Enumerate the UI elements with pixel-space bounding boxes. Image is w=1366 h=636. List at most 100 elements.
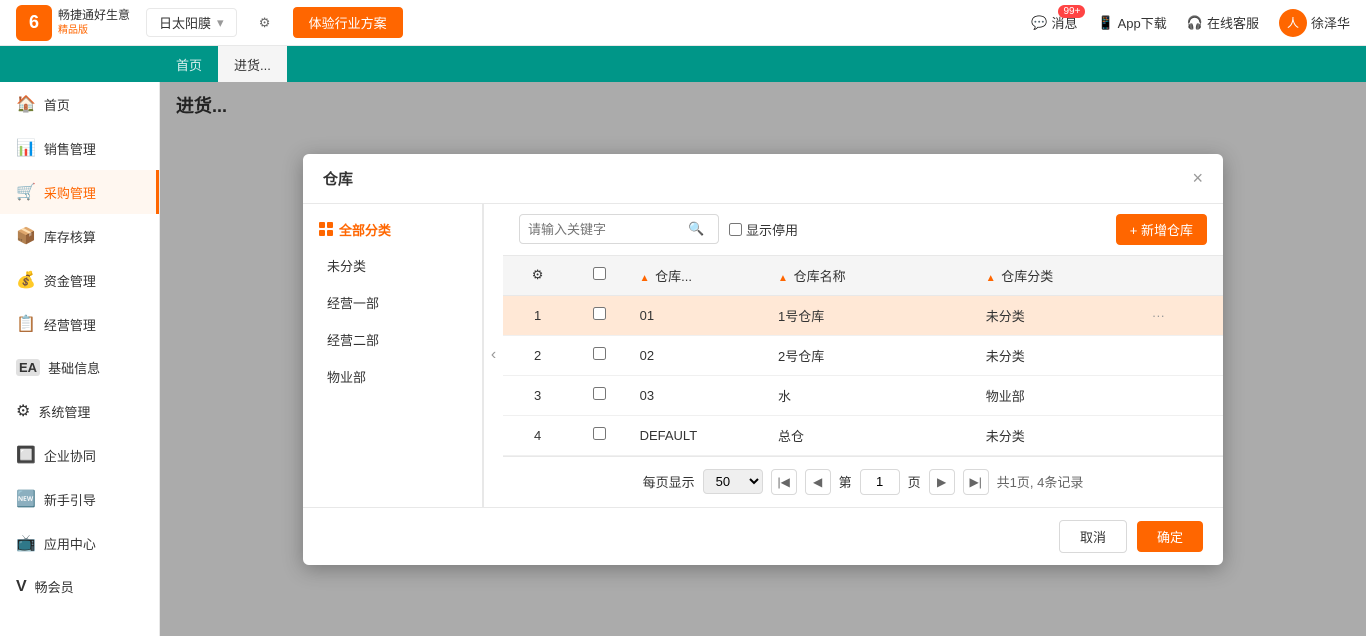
cell-code: DEFAULT	[628, 415, 766, 455]
category-item-unclassified[interactable]: 未分类	[303, 247, 482, 284]
page-number-input[interactable]	[860, 469, 900, 495]
cell-checkbox[interactable]	[572, 375, 627, 415]
th-checkbox	[572, 256, 627, 296]
sidebar-item-operations[interactable]: 📋 经营管理	[0, 302, 159, 346]
header-right: 💬 消息 99+ 📱 App下载 🎧 在线客服 人 徐泽华	[1031, 9, 1350, 37]
table-area: ⚙ ▲ 仓库...	[503, 256, 1223, 456]
th-code-label: 仓库...	[655, 269, 692, 284]
cell-category: 未分类	[974, 295, 1140, 335]
message-badge: 99+	[1058, 5, 1085, 18]
th-category-label: 仓库分类	[1001, 269, 1053, 284]
cancel-button[interactable]: 取消	[1059, 520, 1127, 553]
next-page-button[interactable]: ▶	[929, 469, 955, 495]
logo-area: 6 畅捷通好生意 精品版	[16, 5, 130, 41]
cell-checkbox[interactable]	[572, 415, 627, 455]
app-download-button[interactable]: 📱 App下载	[1097, 13, 1166, 32]
pagination: 每页显示 50 100 |◀ ◀ 第 页 ▶	[503, 456, 1223, 507]
store-selector[interactable]: 日太阳膜 ▾	[146, 8, 237, 37]
show-disabled-checkbox[interactable]	[729, 223, 742, 236]
table-row[interactable]: 2 02 2号仓库 未分类	[503, 335, 1223, 375]
th-category: ▲ 仓库分类	[974, 256, 1140, 296]
sidebar-item-purchase[interactable]: 🛒 采购管理	[0, 170, 159, 214]
cell-category: 未分类	[974, 335, 1140, 375]
sidebar-item-enterprise[interactable]: 🔲 企业协同	[0, 433, 159, 477]
brand-name: 畅捷通好生意	[58, 8, 130, 24]
tab-home[interactable]: 首页	[160, 46, 218, 82]
row-checkbox-0[interactable]	[593, 307, 606, 320]
top-header: 6 畅捷通好生意 精品版 日太阳膜 ▾ ⚙ 体验行业方案 💬 消息 99+ 📱 …	[0, 0, 1366, 46]
show-disabled-checkbox-label[interactable]: 显示停用	[729, 220, 798, 239]
finance-icon: 💰	[16, 270, 36, 290]
th-name: ▲ 仓库名称	[766, 256, 974, 296]
category-item-property[interactable]: 物业部	[303, 358, 482, 395]
category-ops1-label: 经营一部	[327, 296, 379, 311]
chevron-down-icon: ▾	[217, 15, 224, 31]
row-checkbox-2[interactable]	[593, 387, 606, 400]
all-categories-item[interactable]: 全部分类	[303, 212, 482, 247]
th-code: ▲ 仓库...	[628, 256, 766, 296]
cell-checkbox[interactable]	[572, 295, 627, 335]
home-icon: 🏠	[16, 94, 36, 114]
dialog-close-button[interactable]: ×	[1192, 169, 1203, 187]
industry-solution-button[interactable]: 体验行业方案	[293, 7, 403, 38]
system-icon: ⚙	[16, 401, 30, 421]
cell-name: 总仓	[766, 415, 974, 455]
last-page-button[interactable]: ▶|	[963, 469, 989, 495]
row-more-button[interactable]: ···	[1152, 308, 1165, 323]
gear-button[interactable]: ⚙	[249, 7, 281, 39]
cell-checkbox[interactable]	[572, 335, 627, 375]
confirm-button[interactable]: 确定	[1137, 521, 1203, 552]
dialog-title: 仓库	[323, 168, 353, 189]
cell-code: 01	[628, 295, 766, 335]
table-row[interactable]: 3 03 水 物业部	[503, 375, 1223, 415]
sidebar-item-enterprise-label: 企业协同	[44, 446, 96, 465]
sidebar-item-finance[interactable]: 💰 资金管理	[0, 258, 159, 302]
sidebar-item-apps[interactable]: 📺 应用中心	[0, 521, 159, 565]
warehouse-table: ⚙ ▲ 仓库...	[503, 256, 1223, 456]
nav-tabs: 首页 进货...	[0, 46, 1366, 82]
sidebar-item-guide[interactable]: 🆕 新手引导	[0, 477, 159, 521]
page-info: 共1页, 4条记录	[997, 472, 1084, 491]
sidebar-item-home[interactable]: 🏠 首页	[0, 82, 159, 126]
sidebar-item-membership[interactable]: V 畅会员	[0, 565, 159, 608]
tab-purchase[interactable]: 进货...	[218, 46, 287, 82]
cell-actions	[1140, 415, 1223, 455]
cell-actions	[1140, 375, 1223, 415]
table-row[interactable]: 1 01 1号仓库 未分类 ···	[503, 295, 1223, 335]
table-header-row: ⚙ ▲ 仓库...	[503, 256, 1223, 296]
grid-icon	[319, 222, 333, 236]
search-icon[interactable]: 🔍	[688, 221, 704, 237]
table-row[interactable]: 4 DEFAULT 总仓 未分类	[503, 415, 1223, 455]
operations-icon: 📋	[16, 314, 36, 334]
sidebar-item-finance-label: 资金管理	[44, 271, 96, 290]
search-box: 🔍	[519, 214, 719, 244]
cell-num: 3	[503, 375, 572, 415]
category-item-ops2[interactable]: 经营二部	[303, 321, 482, 358]
select-all-checkbox[interactable]	[593, 267, 606, 280]
collapse-panel-button[interactable]: ‹	[483, 204, 503, 507]
purchase-icon: 🛒	[16, 182, 36, 202]
membership-icon: V	[16, 578, 27, 596]
sidebar-item-inventory[interactable]: 📦 库存核算	[0, 214, 159, 258]
sidebar-item-inventory-label: 库存核算	[44, 227, 96, 246]
user-profile-button[interactable]: 人 徐泽华	[1279, 9, 1350, 37]
sidebar-item-membership-label: 畅会员	[35, 577, 74, 596]
category-item-ops1[interactable]: 经营一部	[303, 284, 482, 321]
prev-page-button[interactable]: ◀	[805, 469, 831, 495]
row-checkbox-3[interactable]	[593, 427, 606, 440]
settings-icon[interactable]: ⚙	[532, 267, 544, 282]
category-ops2-label: 经营二部	[327, 333, 379, 348]
row-checkbox-1[interactable]	[593, 347, 606, 360]
sidebar-item-system[interactable]: ⚙ 系统管理	[0, 389, 159, 433]
first-page-button[interactable]: |◀	[771, 469, 797, 495]
cell-code: 03	[628, 375, 766, 415]
new-warehouse-button[interactable]: + 新增仓库	[1116, 214, 1207, 245]
show-disabled-label: 显示停用	[746, 220, 798, 239]
sort-icon: ▲	[640, 273, 650, 284]
per-page-select[interactable]: 50 100	[703, 469, 763, 494]
search-input[interactable]	[528, 222, 688, 237]
online-service-button[interactable]: 🎧 在线客服	[1187, 13, 1259, 32]
messages-button[interactable]: 💬 消息 99+	[1031, 13, 1077, 32]
sidebar-item-basic-info[interactable]: EA 基础信息	[0, 346, 159, 389]
sidebar-item-sales[interactable]: 📊 销售管理	[0, 126, 159, 170]
